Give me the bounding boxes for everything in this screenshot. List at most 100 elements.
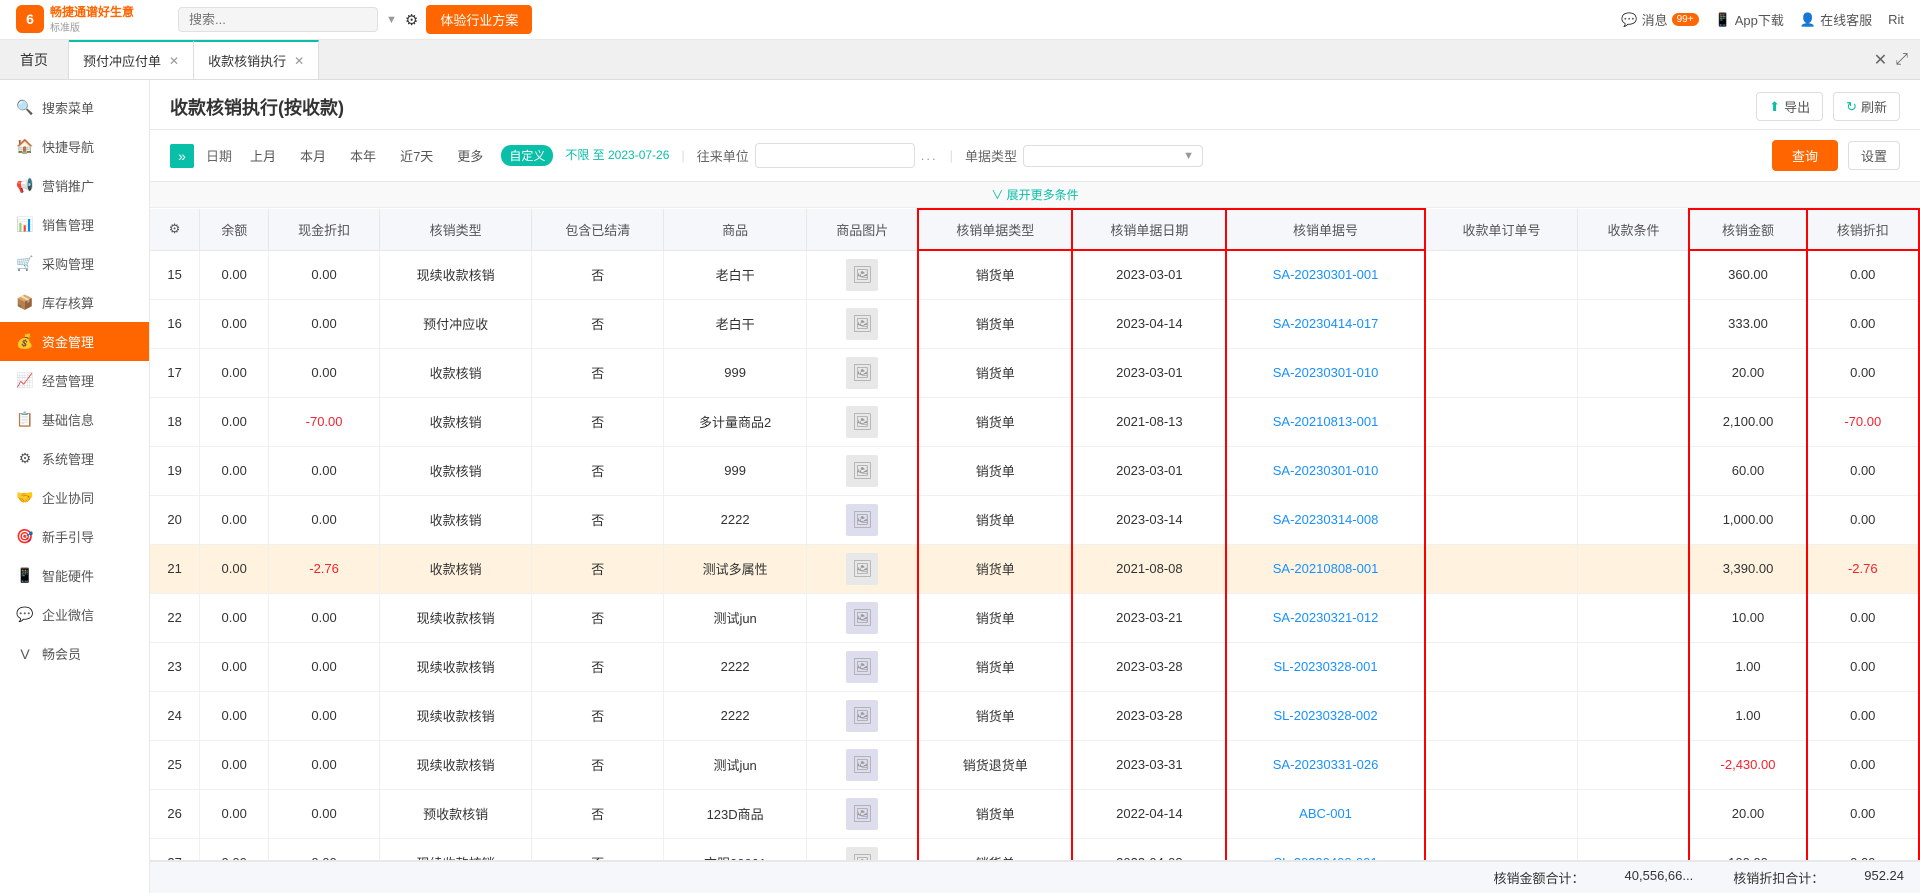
row-receipt-condition [1578,250,1690,299]
sidebar-item-marketing[interactable]: 📢 营销推广 [0,166,149,205]
solution-button[interactable]: 体验行业方案 [426,5,532,34]
row-writeoff-date: 2021-08-08 [1072,544,1226,593]
user-area[interactable]: Rit [1888,12,1904,27]
tab-home[interactable]: 首页 [0,40,69,79]
row-cash-discount: 0.00 [269,789,380,838]
row-writeoff-no[interactable]: SA-20230301-010 [1226,348,1424,397]
export-button[interactable]: ⬆ 导出 [1756,92,1823,121]
date-filter-label: 日期 [206,146,232,165]
setting-button[interactable]: 设置 [1848,141,1900,170]
row-receipt-order-no [1425,495,1578,544]
filter-bar: » 日期 上月 本月 本年 近7天 更多 自定义 不限 至 2023-07-26… [150,130,1920,182]
last-month-btn[interactable]: 上月 [244,144,282,167]
tab-prepay-close[interactable]: ✕ [169,54,179,68]
online-service-btn[interactable]: 👤 在线客服 [1800,10,1872,29]
data-table-wrapper[interactable]: ⚙ 余额 现金折扣 核销类型 包含已结清 商品 商品图片 核销单据类型 核销单据… [150,208,1920,860]
gear-icon[interactable]: ⚙ [405,11,418,29]
sidebar-item-enterprise[interactable]: 🤝 企业协同 [0,478,149,517]
sidebar-item-operation[interactable]: 📈 经营管理 [0,361,149,400]
filter-actions: 查询 设置 [1772,140,1900,171]
row-writeoff-no[interactable]: SL-20230328-002 [1226,691,1424,740]
sidebar-item-wechat[interactable]: 💬 企业微信 [0,595,149,634]
sidebar-item-finance[interactable]: 💰 资金管理 [0,322,149,361]
table-header-row: ⚙ 余额 现金折扣 核销类型 包含已结清 商品 商品图片 核销单据类型 核销单据… [150,209,1919,250]
handshake-icon: 🤝 [16,489,34,507]
row-writeoff-no[interactable]: SA-20210813-001 [1226,397,1424,446]
this-month-btn[interactable]: 本月 [294,144,332,167]
row-writeoff-amount: 2,100.00 [1689,397,1806,446]
main-layout: 🔍 搜索菜单 🏠 快捷导航 📢 营销推广 📊 销售管理 🛒 采购管理 📦 库存核… [0,80,1920,893]
tab-bar-actions: ✕ ⤢ [1874,50,1920,70]
row-writeoff-no[interactable]: SA-20230321-012 [1226,593,1424,642]
amount-total-label: 核销金额合计： [1494,868,1585,887]
row-writeoff-no[interactable]: ABC-001 [1226,789,1424,838]
row-writeoff-type: 收款核销 [379,495,531,544]
receipt-type-filter: 单据类型 ▼ [965,145,1203,167]
tab-expand-btn[interactable]: ⤢ [1895,51,1908,69]
product-image-placeholder: 🖼 [846,357,878,389]
sidebar-item-sales[interactable]: 📊 销售管理 [0,205,149,244]
top-search-input[interactable] [178,7,378,32]
row-writeoff-discount: -2.76 [1807,544,1919,593]
table-row: 170.000.00收款核销否999🖼销货单2023-03-01SA-20230… [150,348,1919,397]
row-product: 2222 [664,495,807,544]
row-writeoff-bill-type: 销货单 [918,789,1072,838]
app-download-btn[interactable]: 📱 App下载 [1715,10,1784,29]
row-include-settled: 否 [532,691,664,740]
expand-conditions-bar[interactable]: ∨ 展开更多条件 [150,182,1920,208]
row-writeoff-no[interactable]: SL-20230328-001 [1226,642,1424,691]
bell-icon: 💬 [1621,12,1637,28]
this-year-btn[interactable]: 本年 [344,144,382,167]
top-bar: 6 畅捷通谱好生意 标准版 ▼ ⚙ 体验行业方案 💬 消息 99+ 📱 App下… [0,0,1920,40]
sidebar-item-quicknav[interactable]: 🏠 快捷导航 [0,127,149,166]
row-writeoff-type: 现续收款核销 [379,838,531,860]
row-writeoff-no[interactable]: SA-20230301-001 [1226,250,1424,299]
sidebar-item-member[interactable]: V 畅会员 [0,634,149,673]
sidebar-item-purchase[interactable]: 🛒 采购管理 [0,244,149,283]
row-writeoff-no[interactable]: SA-20230314-008 [1226,495,1424,544]
tab-receipt-close[interactable]: ✕ [294,54,304,68]
last7-btn[interactable]: 近7天 [394,144,439,167]
sidebar-item-hardware[interactable]: 📱 智能硬件 [0,556,149,595]
row-include-settled: 否 [532,789,664,838]
tab-receipt[interactable]: 收款核销执行 ✕ [194,40,319,79]
row-product-image: 🖼 [807,348,919,397]
notification-btn[interactable]: 💬 消息 99+ [1621,10,1698,29]
row-receipt-order-no [1425,740,1578,789]
row-product: 测试多属性 [664,544,807,593]
row-id: 20 [150,495,200,544]
row-product: 多计量商品2 [664,397,807,446]
query-button[interactable]: 查询 [1772,140,1838,171]
row-writeoff-no[interactable]: SA-20230331-026 [1226,740,1424,789]
sidebar-item-inventory[interactable]: 📦 库存核算 [0,283,149,322]
sidebar-item-search[interactable]: 🔍 搜索菜单 [0,88,149,127]
table-row: 200.000.00收款核销否2222🖼销货单2023-03-14SA-2023… [150,495,1919,544]
col-gear[interactable]: ⚙ [150,209,200,250]
row-writeoff-bill-type: 销货单 [918,593,1072,642]
col-cash-discount: 现金折扣 [269,209,380,250]
table-row: 270.000.00现续收款核销否衣服00001🖼销货单2023-04-08SL… [150,838,1919,860]
row-id: 15 [150,250,200,299]
row-writeoff-no[interactable]: SL-20230408-001 [1226,838,1424,860]
counterpart-input[interactable] [755,143,915,168]
sidebar-item-guide[interactable]: 🎯 新手引导 [0,517,149,556]
row-writeoff-no[interactable]: SA-20230301-010 [1226,446,1424,495]
row-balance: 0.00 [200,740,269,789]
row-writeoff-type: 现续收款核销 [379,691,531,740]
row-writeoff-no[interactable]: SA-20210808-001 [1226,544,1424,593]
refresh-button[interactable]: ↻ 刷新 [1833,92,1900,121]
row-writeoff-bill-type: 销货单 [918,838,1072,860]
custom-date-btn[interactable]: 自定义 [501,145,553,166]
row-writeoff-no[interactable]: SA-20230414-017 [1226,299,1424,348]
row-writeoff-date: 2023-04-14 [1072,299,1226,348]
row-writeoff-discount: 0.00 [1807,495,1919,544]
sidebar-item-basic[interactable]: 📋 基础信息 [0,400,149,439]
tab-prepay[interactable]: 预付冲应付单 ✕ [69,40,194,79]
row-product: 2222 [664,691,807,740]
sidebar-item-system[interactable]: ⚙ 系统管理 [0,439,149,478]
more-date-btn[interactable]: 更多 [451,144,489,167]
filter-toggle-btn[interactable]: » [170,144,194,168]
row-product-image: 🖼 [807,250,919,299]
tab-close-all-btn[interactable]: ✕ [1874,50,1887,70]
receipt-type-select[interactable]: ▼ [1023,145,1203,167]
